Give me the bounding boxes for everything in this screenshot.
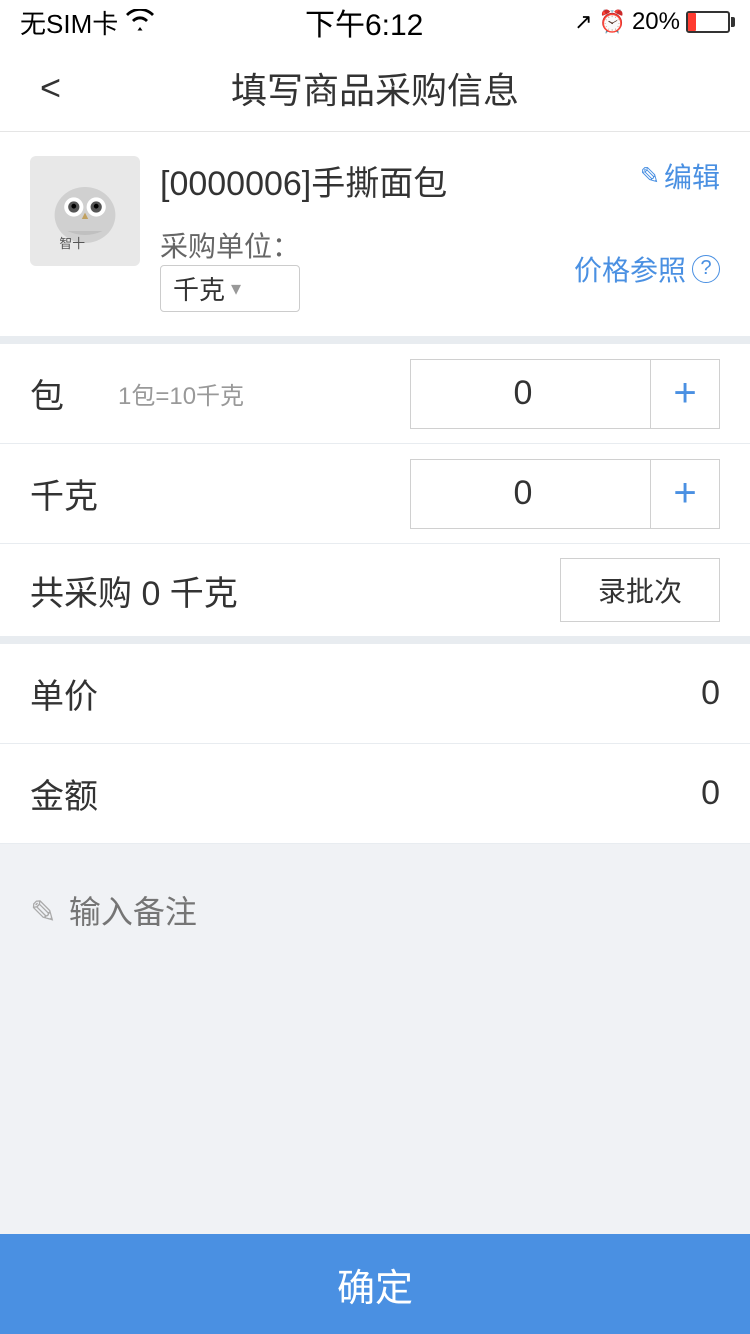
- alarm-icon: ⏰: [599, 9, 626, 35]
- battery-percent: 20%: [632, 8, 680, 36]
- total-text: 共采购 0 千克: [30, 566, 238, 615]
- kg-label: 千克: [30, 469, 110, 518]
- bag-sublabel: 1包=10千克: [118, 376, 244, 411]
- status-left: 无SIM卡: [20, 4, 154, 41]
- total-row: 共采购 0 千克 录批次: [0, 544, 750, 644]
- location-icon: ↗: [574, 9, 592, 35]
- bag-label: 包: [30, 369, 110, 418]
- edit-button[interactable]: ✎ 编辑: [640, 156, 720, 196]
- product-name: [0000006]手撕面包: [160, 156, 447, 205]
- carrier-text: 无SIM卡: [20, 4, 118, 41]
- unit-price-label: 单价: [30, 669, 98, 718]
- back-button[interactable]: <: [30, 57, 71, 119]
- bag-input-row: 包 1包=10千克 +: [0, 344, 750, 444]
- unit-select[interactable]: 千克 ▾: [160, 265, 300, 312]
- batch-button[interactable]: 录批次: [560, 558, 720, 622]
- price-amount-section: 单价 0 金额 0: [0, 644, 750, 844]
- svg-text:智十: 智十: [59, 236, 85, 251]
- product-info: [0000006]手撕面包 ✎ 编辑 采购单位： 千克 ▾ 价格参照 ?: [160, 156, 720, 312]
- wifi-icon: [126, 7, 154, 38]
- pencil-icon: ✎: [30, 893, 57, 931]
- time-display: 下午6:12: [305, 0, 423, 44]
- amount-label: 金额: [30, 769, 98, 818]
- amount-row: 金额 0: [0, 744, 750, 844]
- note-input[interactable]: [69, 894, 720, 931]
- unit-price-value: 0: [701, 674, 720, 713]
- kg-input-row: 千克 +: [0, 444, 750, 544]
- bottom-spacer: [0, 972, 750, 1272]
- nav-bar: < 填写商品采购信息: [0, 44, 750, 132]
- product-card: 智十 [0000006]手撕面包 ✎ 编辑 采购单位： 千克 ▾ 价格参照 ?: [0, 132, 750, 344]
- status-right: ↗ ⏰ 20%: [574, 8, 730, 36]
- kg-plus-button[interactable]: +: [650, 459, 720, 529]
- bag-plus-button[interactable]: +: [650, 359, 720, 429]
- price-ref-button[interactable]: 价格参照 ?: [574, 249, 720, 289]
- product-thumbnail: 智十: [30, 156, 140, 266]
- battery-icon: [686, 11, 730, 33]
- amount-value: 0: [701, 774, 720, 813]
- kg-quantity-input[interactable]: [410, 459, 650, 529]
- unit-price-row: 单价 0: [0, 644, 750, 744]
- input-section: 包 1包=10千克 + 千克 +: [0, 344, 750, 544]
- status-bar: 无SIM卡 下午6:12 ↗ ⏰ 20%: [0, 0, 750, 44]
- page-title: 填写商品采购信息: [231, 62, 519, 114]
- dropdown-arrow: ▾: [231, 276, 241, 301]
- bag-quantity-input[interactable]: [410, 359, 650, 429]
- unit-label: 采购单位： 千克 ▾: [160, 225, 300, 312]
- help-icon: ?: [692, 255, 720, 283]
- confirm-button[interactable]: 确定: [0, 1234, 750, 1334]
- note-section: ✎: [0, 852, 750, 972]
